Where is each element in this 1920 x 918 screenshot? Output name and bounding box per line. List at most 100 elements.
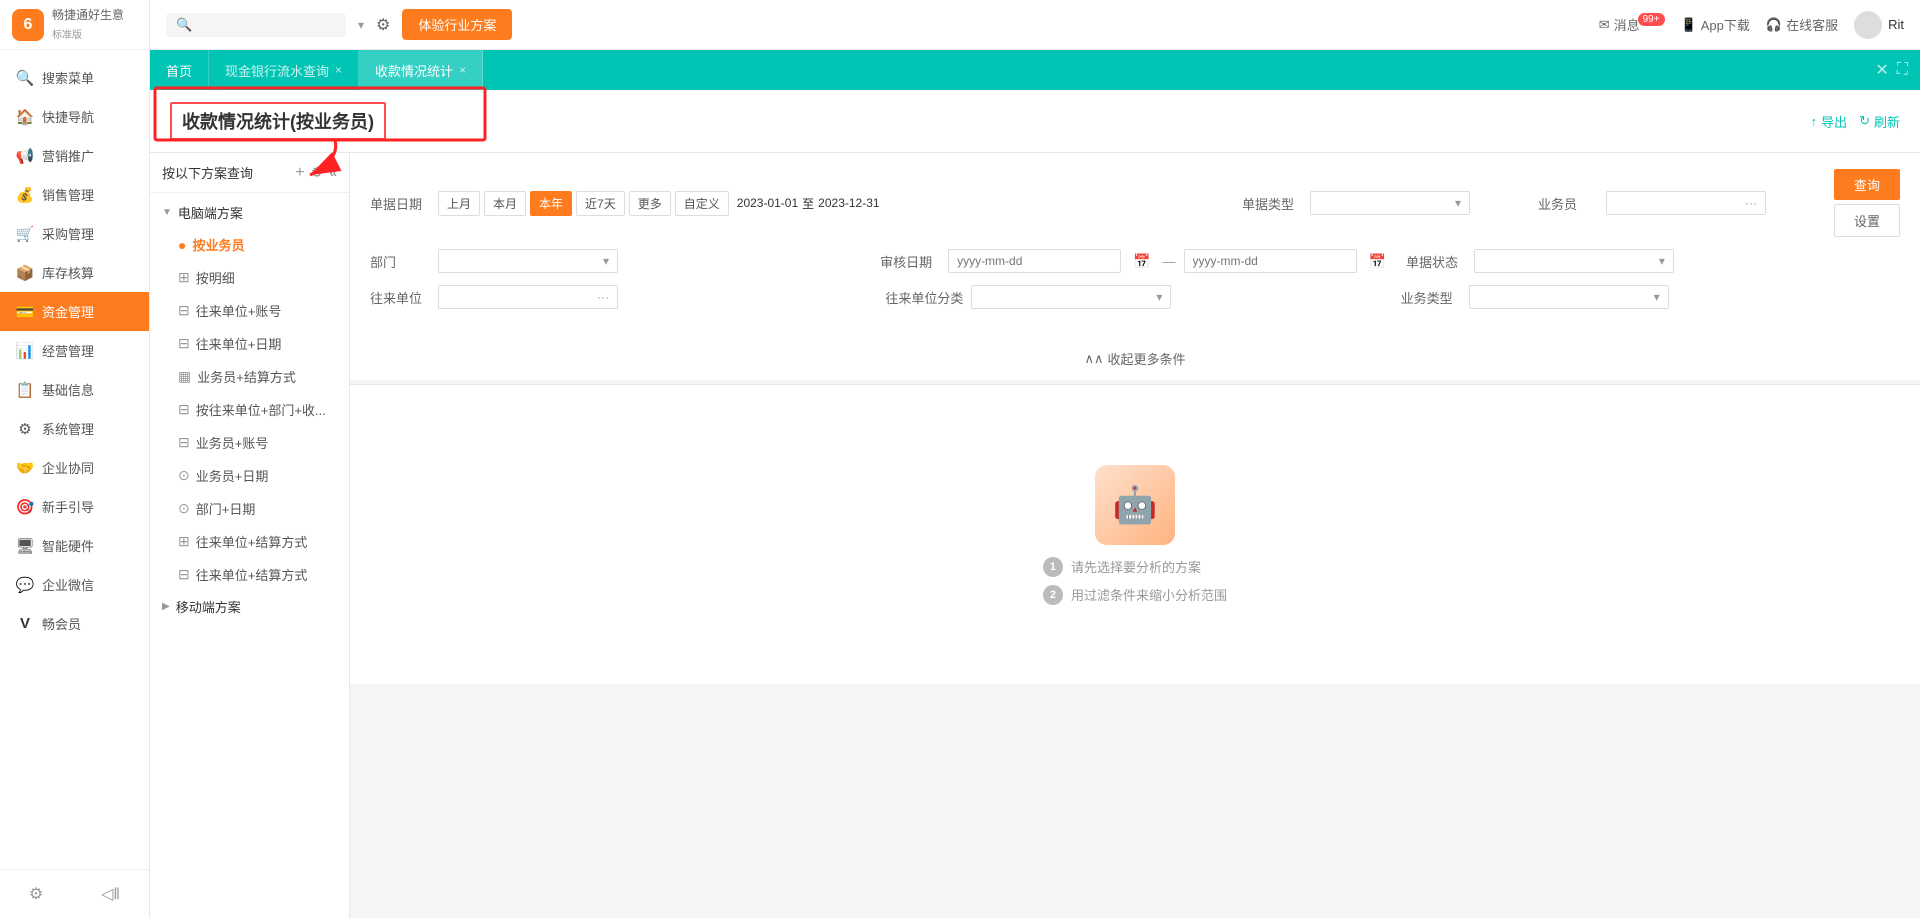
filter-partner-category-select[interactable]: ▾	[971, 285, 1171, 309]
date-btn-7days[interactable]: 近7天	[576, 191, 625, 216]
scheme-add-btn[interactable]: +	[295, 164, 304, 182]
tab-collection-stats[interactable]: 收款情况统计 ×	[359, 50, 483, 90]
logo-text: 畅捷通好生意 标准版	[52, 8, 124, 41]
filter-date-label: 单据日期	[370, 194, 430, 213]
tabbar-maximize[interactable]: ⛶	[1897, 61, 1908, 79]
filter-dept-label: 部门	[370, 252, 430, 271]
sidebar-item-purchase[interactable]: 🛒 采购管理	[0, 214, 149, 253]
trial-btn[interactable]: 体验行业方案	[402, 9, 512, 40]
scheme-panel-header-actions: + ⚙ «	[295, 164, 337, 182]
logo-icon: 6	[12, 9, 44, 41]
app-download-btn[interactable]: 📱 App下载	[1681, 15, 1750, 34]
marketing-icon: 📢	[16, 147, 34, 165]
online-service-btn[interactable]: 🎧 在线客服	[1766, 15, 1838, 34]
tab-bank-flow[interactable]: 现金银行流水查询 ×	[209, 50, 359, 90]
messages-btn[interactable]: ✉ 消息 99+	[1599, 15, 1665, 34]
topbar-user[interactable]: Rit	[1854, 11, 1904, 39]
sidebar-item-ops[interactable]: 📊 经营管理	[0, 331, 149, 370]
sidebar-item-collab[interactable]: 🤝 企业协同	[0, 448, 149, 487]
hardware-icon: 🖥	[16, 537, 34, 555]
tab-home[interactable]: 首页	[150, 50, 209, 90]
sidebar-item-wechat[interactable]: 💬 企业微信	[0, 565, 149, 604]
scheme-item-salesman-account-icon: ⊟	[178, 434, 190, 451]
sidebar-item-system[interactable]: ⚙ 系统管理	[0, 409, 149, 448]
filter-salesman-select[interactable]: ···	[1606, 191, 1766, 215]
empty-steps: 1 请先选择要分析的方案 2 用过滤条件来缩小分析范围	[1043, 557, 1227, 605]
query-btn[interactable]: 查询	[1834, 169, 1900, 200]
inventory-icon: 📦	[16, 264, 34, 282]
scheme-item-detail[interactable]: ⊞ 按明细	[150, 261, 349, 294]
scheme-collapse-btn[interactable]: «	[329, 164, 337, 182]
sidebar-item-inventory[interactable]: 📦 库存核算	[0, 253, 149, 292]
date-btn-more[interactable]: 更多	[629, 191, 671, 216]
scheme-item-partner-account[interactable]: ⊟ 往来单位+账号	[150, 294, 349, 327]
date-btn-this-month[interactable]: 本月	[484, 191, 526, 216]
sidebar-item-hardware[interactable]: 🖥 智能硬件	[0, 526, 149, 565]
refresh-btn[interactable]: ↻ 刷新	[1859, 112, 1900, 131]
tab-collection-stats-close[interactable]: ×	[459, 63, 466, 77]
scheme-item-partner-account-icon: ⊟	[178, 302, 190, 319]
scheme-item-partner-settlement1[interactable]: ⊞ 往来单位+结算方式	[150, 525, 349, 558]
topbar-gear-btn[interactable]: ⚙	[376, 15, 390, 35]
filter-voucher-status-select[interactable]: ▾	[1474, 249, 1674, 273]
scheme-item-partner-dept-collect[interactable]: ⊟ 按往来单位+部门+收...	[150, 393, 349, 426]
filter-review-date-start[interactable]	[948, 249, 1121, 273]
scheme-item-salesman-date[interactable]: ⊙ 业务员+日期	[150, 459, 349, 492]
sidebar-footer-collapse[interactable]: ◁‖	[97, 880, 124, 908]
setting-btn[interactable]: 设置	[1834, 204, 1900, 237]
sidebar-footer-settings[interactable]: ⚙	[25, 880, 47, 908]
sidebar-item-quicknav[interactable]: 🏠 快捷导航	[0, 97, 149, 136]
filter-review-date-end[interactable]	[1184, 249, 1357, 273]
sidebar-item-basic[interactable]: 📋 基础信息	[0, 370, 149, 409]
user-avatar	[1854, 11, 1882, 39]
filter-dept-select[interactable]: ▾	[438, 249, 618, 273]
scheme-group-mobile-header[interactable]: ▶ 移动端方案	[150, 591, 349, 622]
ops-icon: 📊	[16, 342, 34, 360]
filter-area: 单据日期 上月 本月 本年 近7天 更多 自定义 2023-01-01	[350, 153, 1920, 337]
filter-row-2: 部门 ▾ 审核日期 📅 — 📅	[370, 249, 1900, 273]
sidebar-item-finance[interactable]: 💳 资金管理	[0, 292, 149, 331]
scheme-group-mobile-label: 移动端方案	[176, 597, 241, 616]
filter-review-date-label: 审核日期	[880, 252, 940, 271]
tabbar-close-all[interactable]: ✕	[1875, 60, 1888, 80]
filter-voucher-type-select[interactable]: ▾	[1310, 191, 1470, 215]
sidebar-item-guide[interactable]: 🎯 新手引导	[0, 487, 149, 526]
tab-bank-flow-close[interactable]: ×	[335, 63, 342, 77]
date-btn-custom[interactable]: 自定义	[675, 191, 729, 216]
scheme-item-dept-date[interactable]: ⊙ 部门+日期	[150, 492, 349, 525]
tabbar: 首页 现金银行流水查询 × 收款情况统计 × ✕ ⛶	[150, 50, 1920, 90]
filter-dept-item: 部门 ▾	[370, 249, 864, 273]
collapse-btn[interactable]: ∧∧ 收起更多条件	[1084, 349, 1185, 368]
review-date-calendar1[interactable]: 📅	[1133, 253, 1150, 270]
sidebar-item-sales[interactable]: 💰 销售管理	[0, 175, 149, 214]
scheme-item-partner-settlement2[interactable]: ⊟ 往来单位+结算方式	[150, 558, 349, 591]
sidebar-item-marketing[interactable]: 📢 营销推广	[0, 136, 149, 175]
topbar-actions: ✉ 消息 99+ 📱 App下载 🎧 在线客服 Rit	[1599, 11, 1904, 39]
scheme-item-salesman-account[interactable]: ⊟ 业务员+账号	[150, 426, 349, 459]
scheme-item-by-salesman[interactable]: ● 按业务员	[150, 228, 349, 261]
partner-dots: ···	[597, 290, 609, 304]
scheme-item-salesman-settlement[interactable]: ▦ 业务员+结算方式	[150, 360, 349, 393]
export-icon: ↑	[1811, 114, 1818, 129]
sidebar-item-search[interactable]: 🔍 搜索菜单	[0, 58, 149, 97]
scheme-item-partner-date[interactable]: ⊟ 往来单位+日期	[150, 327, 349, 360]
export-btn[interactable]: ↑ 导出	[1811, 112, 1848, 131]
voucher-type-arrow: ▾	[1455, 196, 1461, 210]
scheme-settings-btn[interactable]: ⚙	[311, 164, 324, 182]
tab-bank-flow-label: 现金银行流水查询	[225, 61, 329, 80]
system-icon: ⚙	[16, 420, 34, 438]
date-btn-last-month[interactable]: 上月	[438, 191, 480, 216]
filter-biz-type-select[interactable]: ▾	[1469, 285, 1669, 309]
sidebar-footer: ⚙ ◁‖	[0, 869, 149, 918]
sidebar-item-member[interactable]: V 畅会员	[0, 604, 149, 643]
tab-home-label: 首页	[166, 61, 192, 80]
date-btn-this-year[interactable]: 本年	[530, 191, 572, 216]
topbar-dropdown-icon[interactable]: ▾	[358, 18, 364, 32]
topbar-search-area[interactable]: 🔍	[166, 13, 346, 37]
topbar-search-input[interactable]	[198, 18, 318, 32]
scheme-group-pc-header[interactable]: ▼ 电脑端方案	[150, 197, 349, 228]
filter-salesman-item: 业务员 ···	[1538, 191, 1818, 215]
review-date-calendar2[interactable]: 📅	[1369, 253, 1386, 270]
filter-voucher-status-label: 单据状态	[1406, 252, 1466, 271]
filter-partner-select[interactable]: ···	[438, 285, 618, 309]
